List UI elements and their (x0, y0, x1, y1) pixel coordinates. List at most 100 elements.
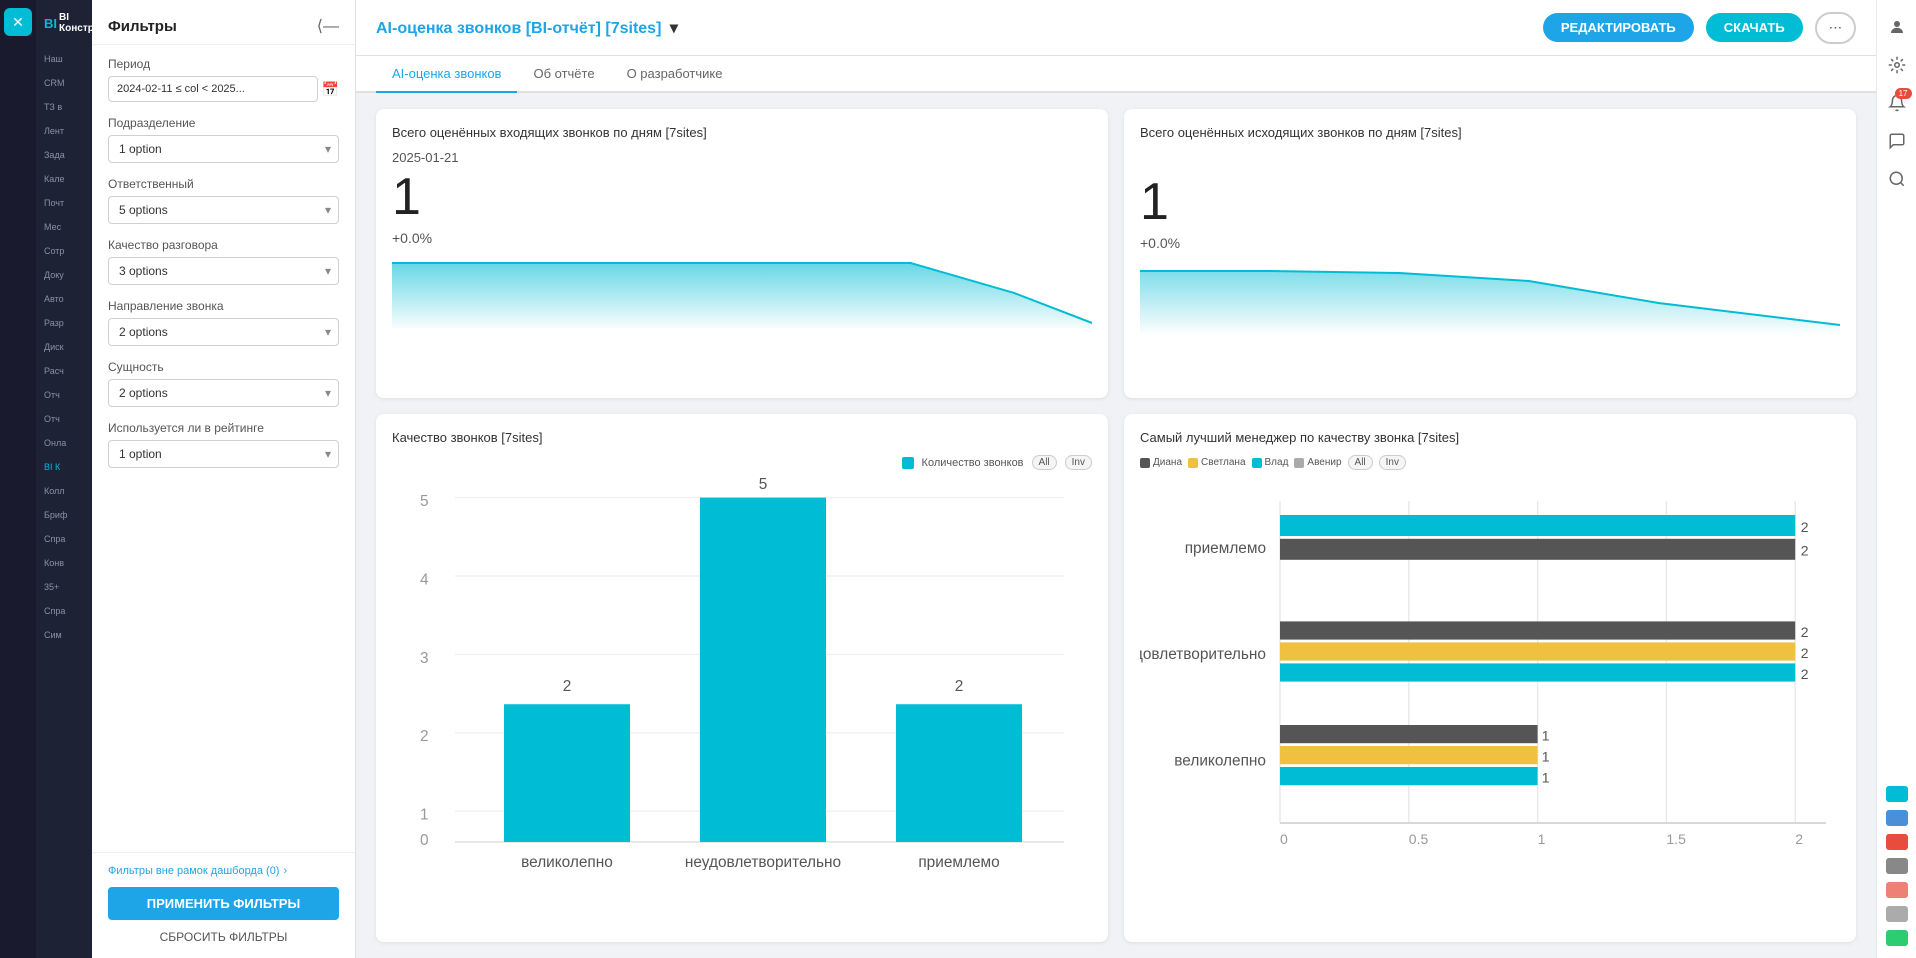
edit-button[interactable]: РЕДАКТИРОВАТЬ (1543, 13, 1694, 42)
nav-item-7[interactable]: Мес (40, 216, 88, 238)
h-legend-all-btn[interactable]: All (1348, 455, 1373, 470)
tab-ai-assessment[interactable]: AI-оценка звонков (376, 56, 517, 93)
nav-item-0[interactable]: Наш (40, 48, 88, 70)
title-text: AI-оценка звонков [BI-отчёт] [7sites] (376, 20, 661, 37)
nav-item-20[interactable]: Спра (40, 528, 88, 550)
h-bar-legend: Диана Светлана Влад Авенир All Inv (1140, 455, 1840, 470)
legend-avenir-label: Авенир (1307, 457, 1341, 468)
filter-direction-select[interactable]: 2 options (108, 318, 339, 346)
svg-text:0.5: 0.5 (1409, 831, 1429, 847)
settings-icon[interactable] (1882, 50, 1912, 80)
reset-filters-button[interactable]: СБРОСИТЬ ФИЛЬТРЫ (108, 930, 339, 944)
chat-icon[interactable] (1882, 126, 1912, 156)
h-legend-inv-btn[interactable]: Inv (1379, 455, 1406, 470)
color-block-red (1886, 834, 1908, 850)
download-button[interactable]: СКАЧАТЬ (1706, 13, 1803, 42)
svg-text:2: 2 (563, 678, 572, 695)
nav-item-9[interactable]: Доку (40, 264, 88, 286)
tab-about-developer[interactable]: О разработчике (611, 56, 739, 93)
page-title: AI-оценка звонков [BI-отчёт] [7sites] ▾ (376, 18, 1531, 38)
legend-svetlana: Светлана (1188, 457, 1246, 468)
sidebar-filters: Период 📅 Подразделение 1 option Ответств… (92, 45, 355, 852)
legend-diana-dot (1140, 458, 1150, 468)
filter-quality-select[interactable]: 3 options (108, 257, 339, 285)
nav-item-14[interactable]: Отч (40, 384, 88, 406)
best-manager-title: Самый лучший менеджер по качеству звонка… (1140, 430, 1840, 445)
filter-responsible-select[interactable]: 5 options (108, 196, 339, 224)
nav-item-12[interactable]: Диск (40, 336, 88, 358)
svg-text:2: 2 (1801, 645, 1809, 661)
nav-item-2[interactable]: ТЗ в (40, 96, 88, 118)
filter-entity: Сущность 2 options (108, 360, 339, 407)
nav-item-4[interactable]: Зада (40, 144, 88, 166)
legend-avenir-dot (1294, 458, 1304, 468)
nav-item-11[interactable]: Разр (40, 312, 88, 334)
nav-item-16[interactable]: Онла (40, 432, 88, 454)
svg-text:1: 1 (1538, 831, 1546, 847)
legend-inv-btn[interactable]: Inv (1065, 455, 1092, 470)
legend-diana: Диана (1140, 457, 1182, 468)
dashboard: Всего оценённых входящих звонков по дням… (356, 93, 1876, 958)
calendar-icon[interactable]: 📅 (322, 81, 339, 98)
filter-rating-label: Используется ли в рейтинге (108, 421, 339, 435)
hbar-neudov-yellow (1280, 642, 1795, 660)
svg-text:1: 1 (1542, 769, 1550, 785)
nav-item-3[interactable]: Лент (40, 120, 88, 142)
nav-item-21[interactable]: Конв (40, 552, 88, 574)
quality-chart-title: Качество звонков [7sites] (392, 430, 1092, 445)
nav-item-5[interactable]: Кале (40, 168, 88, 190)
app-logo: BI BI Конструктор (40, 8, 88, 38)
bar-chart-svg: 5 4 3 2 1 0 2 5 (392, 478, 1092, 870)
search-icon[interactable] (1882, 164, 1912, 194)
filter-rating-select[interactable]: 1 option (108, 440, 339, 468)
nav-item-6[interactable]: Почт (40, 192, 88, 214)
hbar-priemlemost-dark (1280, 539, 1795, 560)
more-dots-icon: ⋯ (1829, 20, 1842, 35)
svg-text:великолепно: великолепно (521, 854, 613, 870)
close-button[interactable]: ✕ (4, 8, 32, 36)
outside-filters-link[interactable]: Фильтры вне рамок дашборда (0) › (108, 865, 339, 877)
incoming-area-chart (392, 258, 1092, 328)
notification-icon[interactable]: 17 (1882, 88, 1912, 118)
quality-chart-card: Качество звонков [7sites] Количество зво… (376, 414, 1108, 942)
legend-all-btn[interactable]: All (1032, 455, 1057, 470)
svg-text:2: 2 (420, 728, 429, 745)
nav-item-22[interactable]: 35+ (40, 576, 88, 598)
svg-text:2: 2 (1801, 666, 1809, 682)
color-block-teal (1886, 786, 1908, 802)
sidebar-title: Фильтры (108, 18, 177, 35)
hbar-priemlemost-teal (1280, 515, 1795, 536)
incoming-calls-change: +0.0% (392, 230, 1092, 246)
sidebar-collapse-button[interactable]: ⟨— (317, 16, 339, 36)
icon-rail: ✕ (0, 0, 36, 958)
nav-item-15[interactable]: Отч (40, 408, 88, 430)
h-bar-chart-svg: приемлемо неудовлетворительно великолепн… (1140, 480, 1840, 872)
filter-subdivision-select[interactable]: 1 option (108, 135, 339, 163)
bar-великолепно (504, 704, 630, 842)
nav-item-8[interactable]: Сотр (40, 240, 88, 262)
svg-text:1: 1 (1542, 727, 1550, 743)
more-options-button[interactable]: ⋯ (1815, 12, 1856, 44)
nav-item-13[interactable]: Расч (40, 360, 88, 382)
nav-item-10[interactable]: Авто (40, 288, 88, 310)
nav-item-23[interactable]: Спра (40, 600, 88, 622)
legend-calls-label: Количество звонков (922, 457, 1024, 469)
color-block-gray (1886, 858, 1908, 874)
filter-entity-label: Сущность (108, 360, 339, 374)
apply-filters-button[interactable]: ПРИМЕНИТЬ ФИЛЬТРЫ (108, 887, 339, 920)
tab-about-report[interactable]: Об отчёте (517, 56, 610, 93)
title-dropdown-icon[interactable]: ▾ (670, 20, 678, 37)
nav-item-24[interactable]: Сим (40, 624, 88, 646)
sidebar-footer: Фильтры вне рамок дашборда (0) › ПРИМЕНИ… (92, 852, 355, 958)
svg-text:5: 5 (759, 478, 768, 493)
nav-item-18[interactable]: Колл (40, 480, 88, 502)
svg-text:приемлемо: приемлемо (1185, 540, 1266, 557)
filter-period-input[interactable] (108, 76, 318, 102)
nav-item-1[interactable]: CRM (40, 72, 88, 94)
nav-item-17[interactable]: BI К (40, 456, 88, 478)
chevron-right-icon: › (283, 865, 287, 877)
nav-item-19[interactable]: Бриф (40, 504, 88, 526)
filter-entity-select[interactable]: 2 options (108, 379, 339, 407)
user-icon[interactable] (1882, 12, 1912, 42)
main-content: AI-оценка звонков [BI-отчёт] [7sites] ▾ … (356, 0, 1876, 958)
